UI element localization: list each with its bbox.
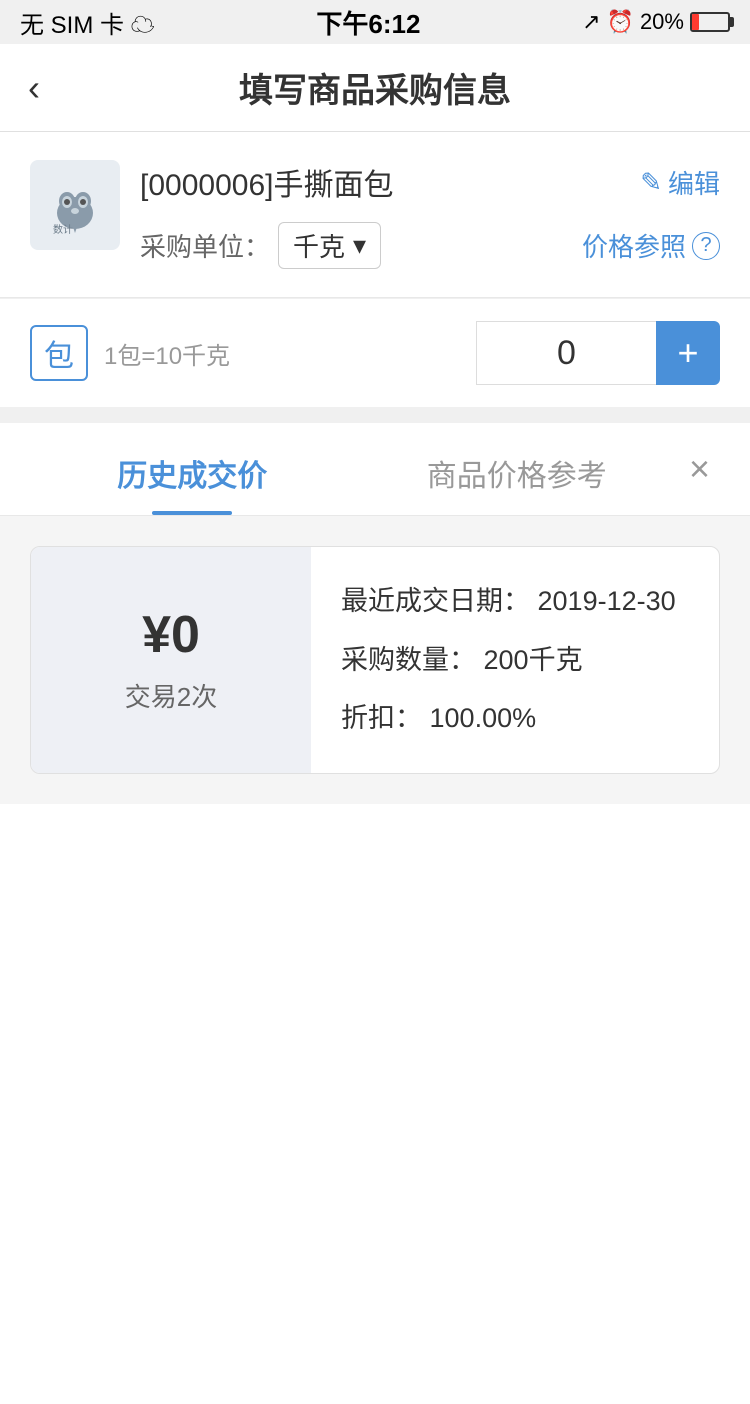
discount-value: 100.00% — [430, 703, 537, 733]
history-qty-row: 采购数量： 200千克 — [341, 640, 689, 681]
tab-history-price[interactable]: 历史成交价 — [30, 423, 354, 515]
location-icon: ↗ — [582, 9, 600, 35]
sim-label: 无 SIM 卡 ☁ — [20, 5, 155, 40]
edit-label: 编辑 — [668, 164, 720, 201]
quantity-unit-info: 包 1包=10千克 — [30, 325, 230, 381]
help-icon[interactable]: ? — [692, 232, 720, 260]
unit-conversion: 1包=10千克 — [104, 336, 230, 371]
page-title: 填写商品采购信息 — [239, 63, 511, 112]
edit-button[interactable]: ✎ 编辑 — [640, 164, 720, 201]
qty-input-row: + — [476, 321, 720, 385]
quantity-input[interactable] — [476, 321, 656, 385]
product-image-icon: 数计 — [45, 175, 105, 235]
history-date-row: 最近成交日期： 2019-12-30 — [341, 581, 689, 622]
price-ref-label: 价格参照 — [582, 227, 686, 264]
quantity-row: 包 1包=10千克 + — [0, 298, 750, 407]
section-divider — [0, 407, 750, 423]
product-info: [0000006]手撕面包 ✎ 编辑 采购单位： 千克 ▾ 价格参照 ? — [140, 160, 720, 269]
tab-underline — [152, 511, 232, 515]
price-reference-button[interactable]: 价格参照 ? — [582, 227, 720, 264]
date-label: 最近成交日期： — [341, 586, 530, 616]
dropdown-arrow-icon: ▾ — [353, 230, 366, 261]
product-name-row: [0000006]手撕面包 ✎ 编辑 — [140, 160, 720, 204]
history-times: 交易2次 — [125, 677, 217, 714]
battery-pct: 20% — [640, 9, 684, 35]
back-button[interactable]: ‹ — [28, 67, 40, 109]
product-name: [0000006]手撕面包 — [140, 160, 393, 204]
edit-icon: ✎ — [640, 167, 662, 198]
product-thumbnail: 数计 — [30, 160, 120, 250]
history-card: ¥0 交易2次 最近成交日期： 2019-12-30 采购数量： 200千克 折… — [30, 546, 720, 774]
history-left: ¥0 交易2次 — [31, 547, 311, 773]
unit-select[interactable]: 千克 ▾ — [278, 222, 381, 269]
history-right: 最近成交日期： 2019-12-30 采购数量： 200千克 折扣： 100.0… — [311, 547, 719, 773]
header-nav: ‹ 填写商品采购信息 — [0, 44, 750, 132]
unit-value: 千克 — [293, 227, 345, 264]
alarm-icon: ⏰ — [607, 9, 634, 35]
unit-label: 采购单位： — [140, 227, 270, 264]
discount-label: 折扣： — [341, 703, 422, 733]
tab-product-price-ref[interactable]: 商品价格参考 — [354, 423, 678, 515]
svg-text:数计: 数计 — [53, 223, 73, 235]
date-value: 2019-12-30 — [538, 586, 676, 616]
history-price: ¥0 — [142, 605, 200, 665]
plus-button[interactable]: + — [656, 321, 720, 385]
history-discount-row: 折扣： 100.00% — [341, 698, 689, 739]
close-tab-button[interactable]: × — [679, 438, 720, 500]
qty-value: 200千克 — [484, 645, 583, 675]
status-time: 下午6:12 — [316, 4, 420, 41]
purchase-unit-row: 采购单位： 千克 ▾ 价格参照 ? — [140, 222, 720, 269]
tabs-row: 历史成交价 商品价格参考 — [30, 423, 679, 515]
qty-label: 采购数量： — [341, 645, 476, 675]
bottom-space — [0, 804, 750, 1404]
status-bar: 无 SIM 卡 ☁ 下午6:12 ↗ ⏰ 20% — [0, 0, 750, 44]
unit-badge: 包 — [30, 325, 88, 381]
battery-icon — [690, 12, 730, 32]
status-left: 无 SIM 卡 ☁ — [20, 5, 155, 40]
product-card: 数计 [0000006]手撕面包 ✎ 编辑 采购单位： 千克 ▾ 价格参照 ? — [0, 132, 750, 298]
tabs-container: 历史成交价 商品价格参考 × — [0, 423, 750, 516]
status-right: ↗ ⏰ 20% — [582, 9, 730, 35]
